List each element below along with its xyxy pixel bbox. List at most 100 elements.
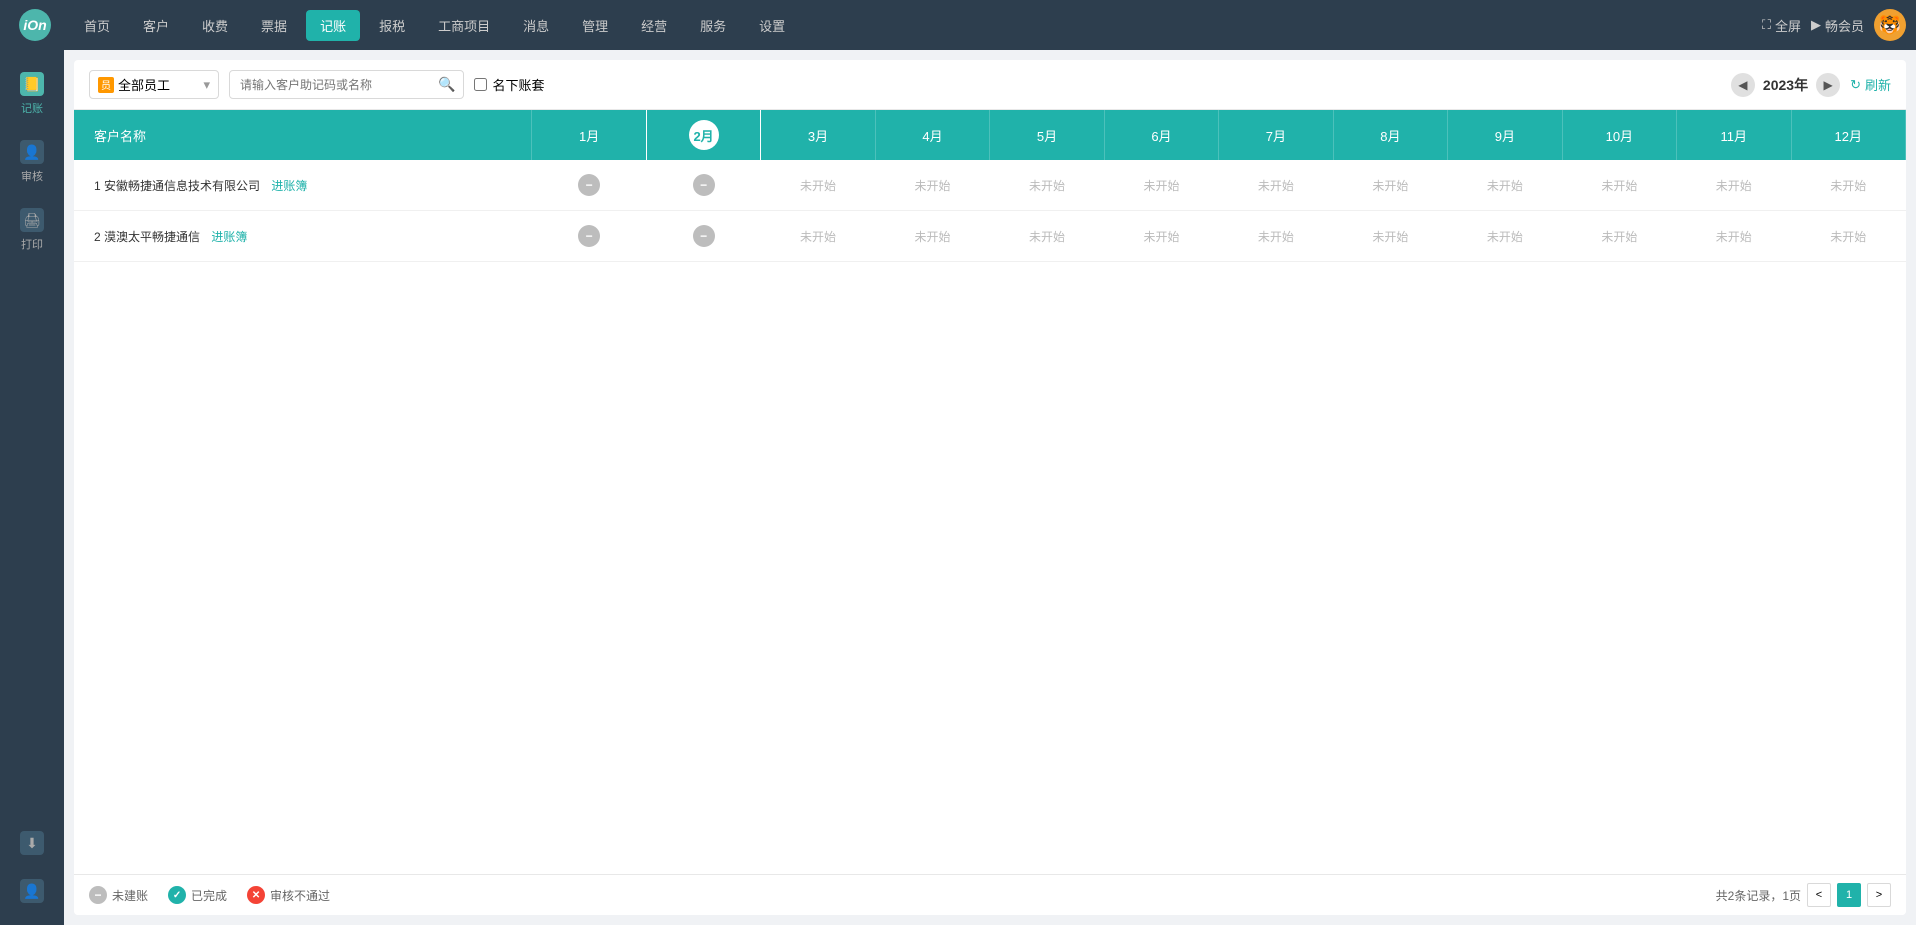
main-layout: 📒 记账 👤 审核 🖨 打印 ⬇ 👤 员 全部员工 xyxy=(0,50,1916,925)
status-dot-done: − xyxy=(693,225,715,247)
user-icon: 👤 xyxy=(20,879,44,903)
col-month-7: 7月 xyxy=(1219,110,1333,160)
nav-fees[interactable]: 收费 xyxy=(188,10,242,41)
bookkeeping-icon: 📒 xyxy=(20,72,44,96)
nav-operations[interactable]: 经营 xyxy=(627,10,681,41)
prev-year-button[interactable]: ◀ xyxy=(1731,73,1755,97)
dropdown-chevron-icon: ▾ xyxy=(203,77,210,93)
not-started-text: 未开始 xyxy=(1372,230,1408,244)
nav-home[interactable]: 首页 xyxy=(70,10,124,41)
nav-messages[interactable]: 消息 xyxy=(509,10,563,41)
my-accounts-label: 名下账套 xyxy=(492,75,544,94)
legend-completed-label: 已完成 xyxy=(191,887,227,904)
my-accounts-checkbox-wrap[interactable]: 名下账套 xyxy=(474,75,544,94)
enter-ledger-link[interactable]: 进账簿 xyxy=(211,230,247,244)
month-cell-9: 未开始 xyxy=(1448,211,1562,262)
status-dot-done: − xyxy=(578,174,600,196)
audit-icon: 👤 xyxy=(20,140,44,164)
col-month-12: 12月 xyxy=(1791,110,1905,160)
fullscreen-button[interactable]: ⛶ 全屏 xyxy=(1762,16,1801,35)
month-cell-2[interactable]: − xyxy=(646,211,760,262)
month-cell-2[interactable]: − xyxy=(646,160,760,211)
row-number: 2 xyxy=(94,230,104,244)
refresh-label: 刷新 xyxy=(1865,75,1891,94)
not-started-text: 未开始 xyxy=(1601,179,1637,193)
col-month-2: 2月 xyxy=(646,110,760,160)
col-month-10: 10月 xyxy=(1562,110,1676,160)
sidebar-item-user[interactable]: 👤 xyxy=(0,867,64,915)
user-avatar[interactable]: 🐯 xyxy=(1874,9,1906,41)
vip-button[interactable]: ▶ 畅会员 xyxy=(1811,16,1864,35)
col-month-6: 6月 xyxy=(1104,110,1218,160)
next-year-button[interactable]: ▶ xyxy=(1816,73,1840,97)
not-started-text: 未开始 xyxy=(1258,230,1294,244)
search-input[interactable] xyxy=(230,73,430,97)
col-month-11: 11月 xyxy=(1677,110,1791,160)
not-started-text: 未开始 xyxy=(915,230,951,244)
legend-completed-dot: ✓ xyxy=(168,886,186,904)
month-cell-7: 未开始 xyxy=(1219,211,1333,262)
nav-invoices[interactable]: 票据 xyxy=(247,10,301,41)
not-started-text: 未开始 xyxy=(1143,230,1179,244)
content-card: 员 全部员工 ▾ 🔍 名下账套 ◀ 2023年 ▶ xyxy=(74,60,1906,915)
not-started-text: 未开始 xyxy=(1029,179,1065,193)
accounts-table: 客户名称 1月 2月 3月 4月 5月 6月 7月 8月 9月 xyxy=(74,110,1906,262)
col-month-4: 4月 xyxy=(875,110,989,160)
main-content: 员 全部员工 ▾ 🔍 名下账套 ◀ 2023年 ▶ xyxy=(64,50,1916,925)
prev-page-button[interactable]: < xyxy=(1807,883,1831,907)
total-records-label: 共2条记录，1页 xyxy=(1716,887,1801,904)
vip-icon: ▶ xyxy=(1811,17,1821,33)
page-1-button[interactable]: 1 xyxy=(1837,883,1861,907)
employee-select[interactable]: 员 全部员工 ▾ xyxy=(89,70,219,99)
month-cell-5: 未开始 xyxy=(990,160,1104,211)
month-cell-7: 未开始 xyxy=(1219,160,1333,211)
top-navigation: iOn 首页 客户 收费 票据 记账 报税 工商项目 消息 管理 经营 服务 设… xyxy=(0,0,1916,50)
sidebar-item-download[interactable]: ⬇ xyxy=(0,819,64,867)
nav-business[interactable]: 工商项目 xyxy=(424,10,504,41)
not-started-text: 未开始 xyxy=(1258,179,1294,193)
month-cell-1[interactable]: − xyxy=(532,160,646,211)
nav-bookkeeping[interactable]: 记账 xyxy=(306,10,360,41)
nav-right-actions: ⛶ 全屏 ▶ 畅会员 🐯 xyxy=(1762,9,1906,41)
legend-not-started-dot: − xyxy=(89,886,107,904)
next-page-button[interactable]: > xyxy=(1867,883,1891,907)
not-started-text: 未开始 xyxy=(1487,230,1523,244)
month-cell-11: 未开始 xyxy=(1677,211,1791,262)
not-started-text: 未开始 xyxy=(1487,179,1523,193)
legend-not-started: − 未建账 xyxy=(89,886,148,904)
month-cell-12: 未开始 xyxy=(1791,211,1905,262)
nav-management[interactable]: 管理 xyxy=(568,10,622,41)
table-footer: − 未建账 ✓ 已完成 ✕ 审核不通过 共2条记录，1 xyxy=(74,874,1906,915)
nav-settings[interactable]: 设置 xyxy=(745,10,799,41)
fullscreen-icon: ⛶ xyxy=(1762,17,1771,33)
month-cell-6: 未开始 xyxy=(1104,160,1218,211)
month-cell-4: 未开始 xyxy=(875,160,989,211)
pagination: 共2条记录，1页 < 1 > xyxy=(1716,883,1891,907)
my-accounts-checkbox[interactable] xyxy=(474,78,487,91)
nav-tax[interactable]: 报税 xyxy=(365,10,419,41)
sidebar-item-bookkeeping[interactable]: 📒 记账 xyxy=(0,60,64,128)
nav-services[interactable]: 服务 xyxy=(686,10,740,41)
enter-ledger-link[interactable]: 进账簿 xyxy=(271,179,307,193)
nav-customers[interactable]: 客户 xyxy=(129,10,183,41)
legend-failed-label: 审核不通过 xyxy=(270,887,330,904)
sidebar-audit-label: 审核 xyxy=(21,168,43,184)
not-started-text: 未开始 xyxy=(1716,230,1752,244)
legend-not-started-label: 未建账 xyxy=(112,887,148,904)
download-icon: ⬇ xyxy=(20,831,44,855)
sidebar-item-audit[interactable]: 👤 审核 xyxy=(0,128,64,196)
not-started-text: 未开始 xyxy=(1830,230,1866,244)
search-button[interactable]: 🔍 xyxy=(430,71,463,98)
month-cell-1[interactable]: − xyxy=(532,211,646,262)
refresh-button[interactable]: ↻ 刷新 xyxy=(1850,75,1891,94)
col-month-9: 9月 xyxy=(1448,110,1562,160)
logo-icon: iOn xyxy=(19,9,51,41)
sidebar-item-print[interactable]: 🖨 打印 xyxy=(0,196,64,264)
not-started-text: 未开始 xyxy=(1716,179,1752,193)
client-name: 漠澳太平畅捷通信 xyxy=(104,230,200,244)
year-navigation: ◀ 2023年 ▶ xyxy=(1731,73,1840,97)
col-month-8: 8月 xyxy=(1333,110,1447,160)
month-cell-3: 未开始 xyxy=(761,160,875,211)
fullscreen-label: 全屏 xyxy=(1775,16,1801,35)
month-cell-10: 未开始 xyxy=(1562,211,1676,262)
